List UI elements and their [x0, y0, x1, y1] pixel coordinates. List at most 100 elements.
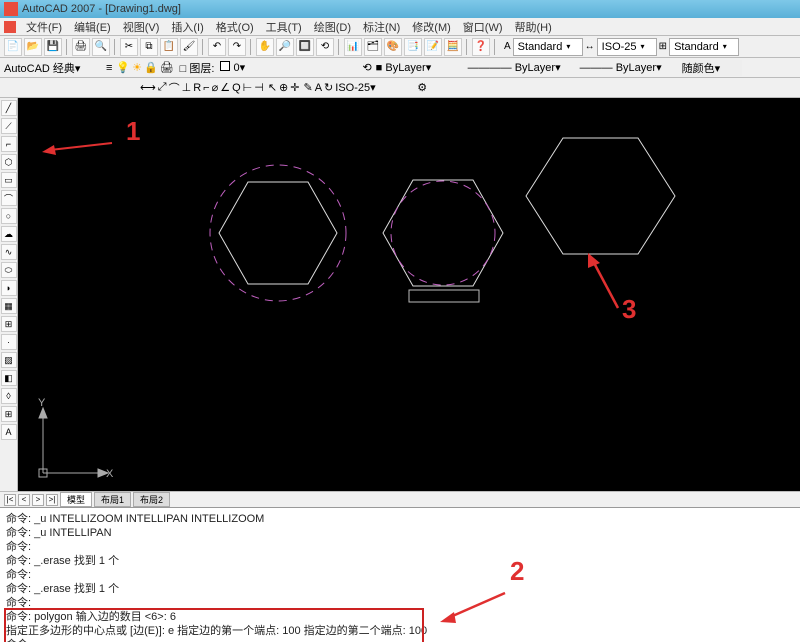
- command-window[interactable]: 命令: _u INTELLIZOOM INTELLIPAN INTELLIZOO…: [0, 507, 800, 642]
- tool-pal-icon[interactable]: 🎨: [384, 38, 402, 56]
- preview-icon[interactable]: 🔍: [92, 38, 110, 56]
- props-icon[interactable]: 📊: [344, 38, 362, 56]
- ucs-x-label: X: [106, 468, 114, 480]
- undo-icon[interactable]: ↶: [208, 38, 226, 56]
- calc-icon[interactable]: 🧮: [444, 38, 462, 56]
- pan-icon[interactable]: ✋: [256, 38, 274, 56]
- dim-style-combo2[interactable]: ISO-25▾: [335, 81, 415, 94]
- rect-icon[interactable]: ▭: [1, 172, 17, 188]
- layer-mgr-icon[interactable]: ≡: [106, 62, 112, 74]
- paste-icon[interactable]: 📋: [160, 38, 178, 56]
- dim-upd-icon[interactable]: ↻: [324, 81, 333, 94]
- chevron-down-icon: ▾: [555, 62, 561, 74]
- dim-base-icon[interactable]: ⊢: [243, 81, 253, 94]
- print-icon[interactable]: 🖨: [72, 38, 90, 56]
- cut-icon[interactable]: ✂: [120, 38, 138, 56]
- open-icon[interactable]: 📂: [24, 38, 42, 56]
- tab-nav-first[interactable]: |<: [4, 494, 16, 506]
- point-icon[interactable]: ·: [1, 334, 17, 350]
- new-icon[interactable]: 📄: [4, 38, 22, 56]
- dcenter-icon[interactable]: 🗂: [364, 38, 382, 56]
- dim-cen-icon[interactable]: ✛: [290, 81, 299, 94]
- redo-icon[interactable]: ↷: [228, 38, 246, 56]
- tab-nav-last[interactable]: >|: [46, 494, 58, 506]
- zoom-win-icon[interactable]: 🔲: [296, 38, 314, 56]
- table-icon[interactable]: ⊞: [1, 406, 17, 422]
- tab-nav-prev[interactable]: <: [18, 494, 30, 506]
- menu-file[interactable]: 文件(F): [20, 19, 68, 35]
- dim-style-icon: ↔: [585, 41, 595, 52]
- workspace-combo[interactable]: AutoCAD 经典▾: [4, 60, 104, 76]
- plot-toggle-icon[interactable]: 🖨: [160, 61, 174, 74]
- menu-insert[interactable]: 插入(I): [165, 19, 209, 35]
- menu-edit[interactable]: 编辑(E): [68, 19, 117, 35]
- linetype-combo[interactable]: ———— ByLayer▾: [468, 61, 578, 74]
- menu-modify[interactable]: 修改(M): [406, 19, 457, 35]
- sheet-icon[interactable]: 📑: [404, 38, 422, 56]
- bulb-icon[interactable]: 💡: [116, 61, 130, 74]
- menu-tools[interactable]: 工具(T): [260, 19, 308, 35]
- plotstyle-combo[interactable]: 随颜色▾: [682, 60, 742, 76]
- save-icon[interactable]: 💾: [44, 38, 62, 56]
- help-icon[interactable]: ❓: [472, 38, 490, 56]
- dim-leader-icon[interactable]: ↖: [268, 81, 277, 94]
- dim-rad-icon[interactable]: R: [193, 82, 201, 94]
- dim-cont-icon[interactable]: ⊣: [254, 81, 264, 94]
- dim-ang-icon[interactable]: ∠: [220, 81, 230, 94]
- xline-icon[interactable]: ⟋: [1, 118, 17, 134]
- dim-jog-icon[interactable]: ⌐: [203, 82, 209, 94]
- revcloud-icon[interactable]: ☁: [1, 226, 17, 242]
- circle-icon[interactable]: ○: [1, 208, 17, 224]
- mtext-icon[interactable]: A: [1, 424, 17, 440]
- tab-nav-next[interactable]: >: [32, 494, 44, 506]
- gradient-icon[interactable]: ◧: [1, 370, 17, 386]
- spline-icon[interactable]: ∿: [1, 244, 17, 260]
- copy-icon[interactable]: ⧉: [140, 38, 158, 56]
- app-icon: [4, 2, 18, 16]
- dim-tedit-icon[interactable]: A: [315, 82, 322, 94]
- tab-layout1[interactable]: 布局1: [94, 492, 131, 507]
- match-icon[interactable]: 🖌: [180, 38, 198, 56]
- dim-quick-icon[interactable]: Q: [232, 82, 241, 94]
- line-icon[interactable]: ╱: [1, 100, 17, 116]
- tab-layout2[interactable]: 布局2: [133, 492, 170, 507]
- lineweight-combo[interactable]: ——— ByLayer▾: [580, 61, 680, 74]
- drawing-area[interactable]: X Y 1 3: [18, 98, 800, 491]
- dim-aligned-icon[interactable]: ⤢: [158, 81, 167, 94]
- region-icon[interactable]: ◊: [1, 388, 17, 404]
- sun-icon[interactable]: ☀: [132, 61, 142, 74]
- chevron-down-icon: ▾: [75, 63, 81, 75]
- zoom-prev-icon[interactable]: ⟲: [316, 38, 334, 56]
- ellipse-arc-icon[interactable]: ◗: [1, 280, 17, 296]
- color-combo[interactable]: ■ ByLayer▾: [376, 61, 466, 74]
- table-style-combo[interactable]: Standard▾: [669, 38, 739, 56]
- dim-linear-icon[interactable]: ⟷: [140, 81, 156, 94]
- dim-style-mgr-icon[interactable]: ⚙: [417, 81, 427, 94]
- dim-edit-icon[interactable]: ✎: [303, 81, 312, 94]
- menu-dim[interactable]: 标注(N): [357, 19, 406, 35]
- polygon-icon[interactable]: ⬡: [1, 154, 17, 170]
- dim-arc-icon[interactable]: ⌒: [169, 80, 180, 96]
- tab-model[interactable]: 模型: [60, 492, 92, 507]
- dim-dia-icon[interactable]: ⌀: [212, 81, 219, 94]
- dim-ord-icon[interactable]: ⊥: [182, 81, 192, 94]
- menu-view[interactable]: 视图(V): [117, 19, 166, 35]
- layer-combo[interactable]: 0▾: [220, 61, 360, 74]
- pline-icon[interactable]: ⌐: [1, 136, 17, 152]
- hatch-icon[interactable]: ▨: [1, 352, 17, 368]
- menu-help[interactable]: 帮助(H): [509, 19, 558, 35]
- arc-icon[interactable]: ⌒: [1, 190, 17, 206]
- layer-prev-icon[interactable]: ⟲: [362, 61, 371, 74]
- lock-icon[interactable]: 🔒: [144, 61, 158, 74]
- menu-draw[interactable]: 绘图(D): [308, 19, 357, 35]
- zoom-icon[interactable]: 🔎: [276, 38, 294, 56]
- menu-window[interactable]: 窗口(W): [457, 19, 509, 35]
- markup-icon[interactable]: 📝: [424, 38, 442, 56]
- text-style-combo[interactable]: Standard▾: [513, 38, 583, 56]
- menu-format[interactable]: 格式(O): [210, 19, 260, 35]
- dim-style-combo[interactable]: ISO-25▾: [597, 38, 657, 56]
- block-icon[interactable]: ▦: [1, 298, 17, 314]
- ellipse-icon[interactable]: ⬭: [1, 262, 17, 278]
- make-block-icon[interactable]: ⊞: [1, 316, 17, 332]
- dim-tol-icon[interactable]: ⊕: [279, 81, 288, 94]
